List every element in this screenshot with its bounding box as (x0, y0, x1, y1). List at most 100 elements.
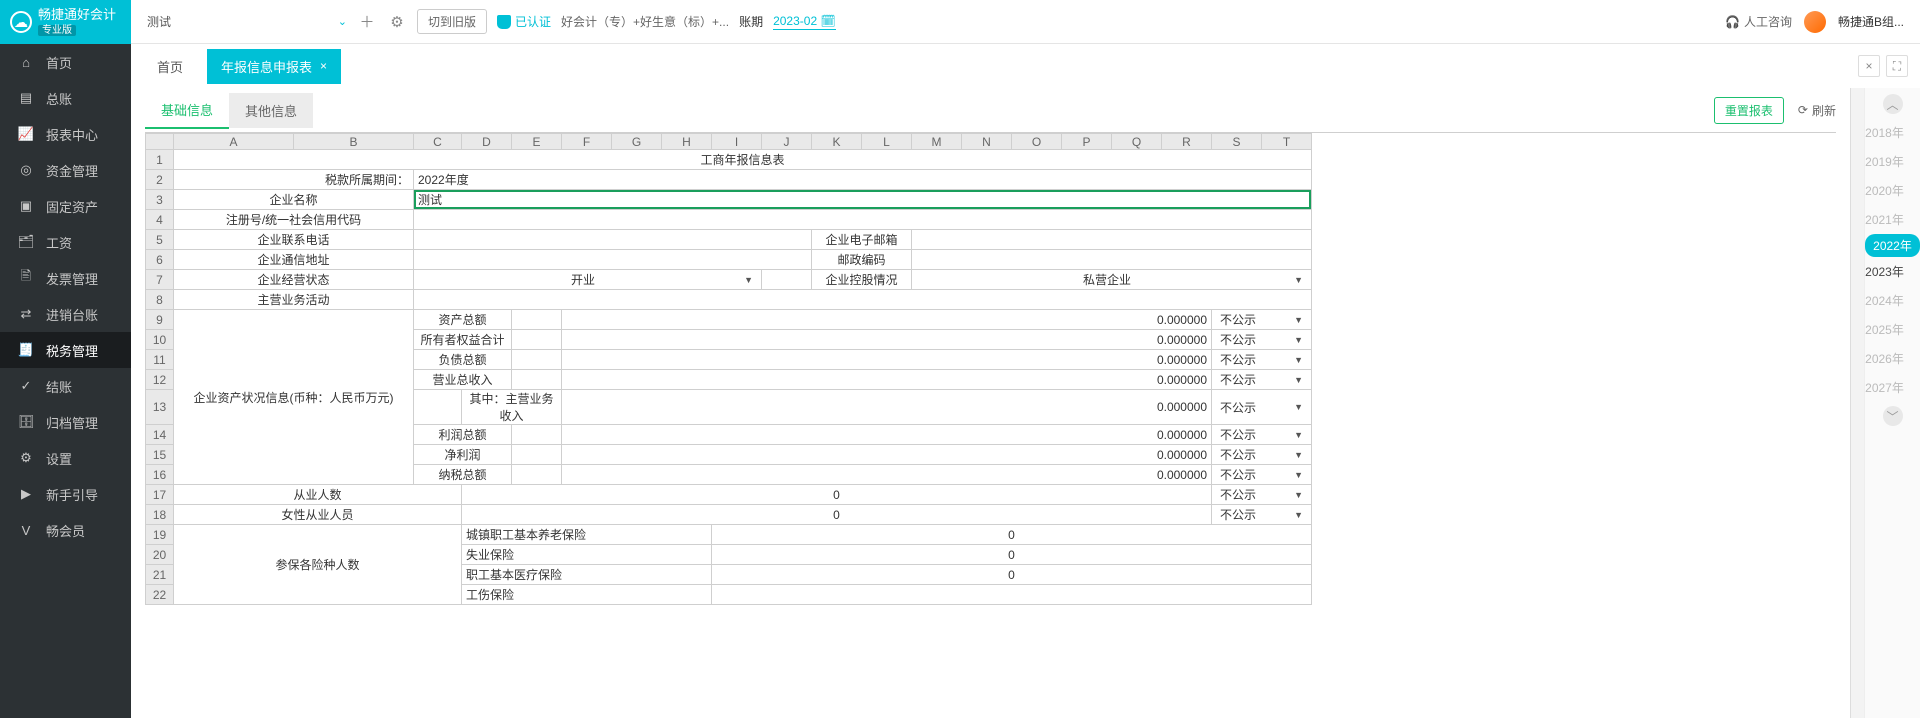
input-ins-21[interactable]: 0 (712, 565, 1312, 585)
row-header-5[interactable]: 5 (146, 230, 174, 250)
sidebar-item-tax[interactable]: 🧾税务管理 (0, 332, 131, 368)
cell[interactable] (512, 350, 562, 370)
input-asset-14[interactable]: 0.000000 (562, 425, 1212, 445)
row-header-22[interactable]: 22 (146, 585, 174, 605)
col-header-S[interactable]: S (1212, 134, 1262, 150)
period-picker[interactable]: 2023-02 🗓 (773, 14, 836, 30)
avatar[interactable] (1804, 11, 1826, 33)
year-2019年[interactable]: 2019年 (1865, 147, 1920, 176)
sidebar-item-home[interactable]: ⌂首页 (0, 44, 131, 80)
year-2018年[interactable]: 2018年 (1865, 118, 1920, 147)
row-header-1[interactable]: 1 (146, 150, 174, 170)
year-down-button[interactable]: ﹀ (1883, 406, 1903, 426)
row-header-11[interactable]: 11 (146, 350, 174, 370)
input-company-name[interactable]: 测试 (414, 190, 1312, 210)
input-ins-19[interactable]: 0 (712, 525, 1312, 545)
year-2021年[interactable]: 2021年 (1865, 205, 1920, 234)
row-header-12[interactable]: 12 (146, 370, 174, 390)
row-header-6[interactable]: 6 (146, 250, 174, 270)
cell[interactable] (512, 445, 562, 465)
input-asset-9[interactable]: 0.000000 (562, 310, 1212, 330)
col-header-M[interactable]: M (912, 134, 962, 150)
account-selector[interactable]: 测试 ⌄ (147, 9, 347, 35)
tab-home[interactable]: 首页 (143, 49, 197, 84)
cell[interactable] (512, 465, 562, 485)
year-up-button[interactable]: ︿ (1883, 94, 1903, 114)
cell[interactable] (912, 230, 1312, 250)
row-header-7[interactable]: 7 (146, 270, 174, 290)
cell[interactable] (512, 425, 562, 445)
col-header-D[interactable]: D (462, 134, 512, 150)
select-publish-15[interactable]: 不公示▼ (1212, 445, 1312, 465)
select-publish-17[interactable]: 不公示▼ (1212, 485, 1312, 505)
close-all-tabs-button[interactable]: × (1858, 55, 1880, 77)
sidebar-item-close[interactable]: ✓结账 (0, 368, 131, 404)
select-op-status[interactable]: 开业▼ (414, 270, 762, 290)
row-header-9[interactable]: 9 (146, 310, 174, 330)
col-header-H[interactable]: H (662, 134, 712, 150)
col-header-L[interactable]: L (862, 134, 912, 150)
col-header-K[interactable]: K (812, 134, 862, 150)
row-header-2[interactable]: 2 (146, 170, 174, 190)
col-header-E[interactable]: E (512, 134, 562, 150)
period-value-cell[interactable]: 2022年度 (414, 170, 1312, 190)
select-all-cell[interactable] (146, 134, 174, 150)
col-header-J[interactable]: J (762, 134, 812, 150)
subtab-other[interactable]: 其他信息 (229, 93, 313, 128)
sidebar-item-invoice[interactable]: 🖹发票管理 (0, 260, 131, 296)
select-publish-10[interactable]: 不公示▼ (1212, 330, 1312, 350)
sidebar-item-asset[interactable]: ▣固定资产 (0, 188, 131, 224)
input-asset-16[interactable]: 0.000000 (562, 465, 1212, 485)
cell[interactable] (414, 250, 812, 270)
row-header-18[interactable]: 18 (146, 505, 174, 525)
spreadsheet[interactable]: ABCDEFGHIJKLMNOPQRST1工商年报信息表2税款所属期间：2022… (145, 132, 1836, 718)
subtab-basic[interactable]: 基础信息 (145, 92, 229, 129)
input-asset-11[interactable]: 0.000000 (562, 350, 1212, 370)
select-publish-9[interactable]: 不公示▼ (1212, 310, 1312, 330)
year-2023年[interactable]: 2023年 (1865, 257, 1920, 286)
row-header-3[interactable]: 3 (146, 190, 174, 210)
row-header-16[interactable]: 16 (146, 465, 174, 485)
input-asset-10[interactable]: 0.000000 (562, 330, 1212, 350)
row-header-4[interactable]: 4 (146, 210, 174, 230)
col-header-I[interactable]: I (712, 134, 762, 150)
year-2024年[interactable]: 2024年 (1865, 286, 1920, 315)
sidebar-item-salary[interactable]: 🗂工资 (0, 224, 131, 260)
cell[interactable] (414, 210, 1312, 230)
col-header-Q[interactable]: Q (1112, 134, 1162, 150)
sidebar-item-ledger[interactable]: ▤总账 (0, 80, 131, 116)
input-ins-22[interactable] (712, 585, 1312, 605)
scrollbar[interactable] (1850, 88, 1864, 718)
sidebar-item-chart[interactable]: 📈报表中心 (0, 116, 131, 152)
col-header-F[interactable]: F (562, 134, 612, 150)
row-header-17[interactable]: 17 (146, 485, 174, 505)
year-2022年[interactable]: 2022年 (1865, 234, 1920, 257)
sidebar-item-settings[interactable]: ⚙设置 (0, 440, 131, 476)
fullscreen-button[interactable]: ⛶ (1886, 55, 1908, 77)
select-publish-16[interactable]: 不公示▼ (1212, 465, 1312, 485)
row-header-15[interactable]: 15 (146, 445, 174, 465)
row-header-20[interactable]: 20 (146, 545, 174, 565)
input-ins-20[interactable]: 0 (712, 545, 1312, 565)
sidebar-item-inout[interactable]: ⇄进销台账 (0, 296, 131, 332)
year-2026年[interactable]: 2026年 (1865, 344, 1920, 373)
add-account-icon[interactable]: ＋ (357, 12, 377, 32)
row-header-21[interactable]: 21 (146, 565, 174, 585)
select-publish-11[interactable]: 不公示▼ (1212, 350, 1312, 370)
select-publish-13[interactable]: 不公示▼ (1212, 390, 1312, 425)
select-publish-12[interactable]: 不公示▼ (1212, 370, 1312, 390)
col-header-P[interactable]: P (1062, 134, 1112, 150)
row-header-13[interactable]: 13 (146, 390, 174, 425)
col-header-B[interactable]: B (294, 134, 414, 150)
col-header-O[interactable]: O (1012, 134, 1062, 150)
year-2025年[interactable]: 2025年 (1865, 315, 1920, 344)
select-holding[interactable]: 私营企业▼ (912, 270, 1312, 290)
refresh-button[interactable]: ⟳ 刷新 (1798, 102, 1836, 119)
switch-old-button[interactable]: 切到旧版 (417, 9, 487, 34)
tab-annual-report[interactable]: 年报信息申报表 × (207, 49, 341, 84)
sidebar-item-funds[interactable]: ◎资金管理 (0, 152, 131, 188)
col-header-C[interactable]: C (414, 134, 462, 150)
input-asset-13[interactable]: 0.000000 (562, 390, 1212, 425)
input-asset-15[interactable]: 0.000000 (562, 445, 1212, 465)
cell[interactable] (512, 370, 562, 390)
